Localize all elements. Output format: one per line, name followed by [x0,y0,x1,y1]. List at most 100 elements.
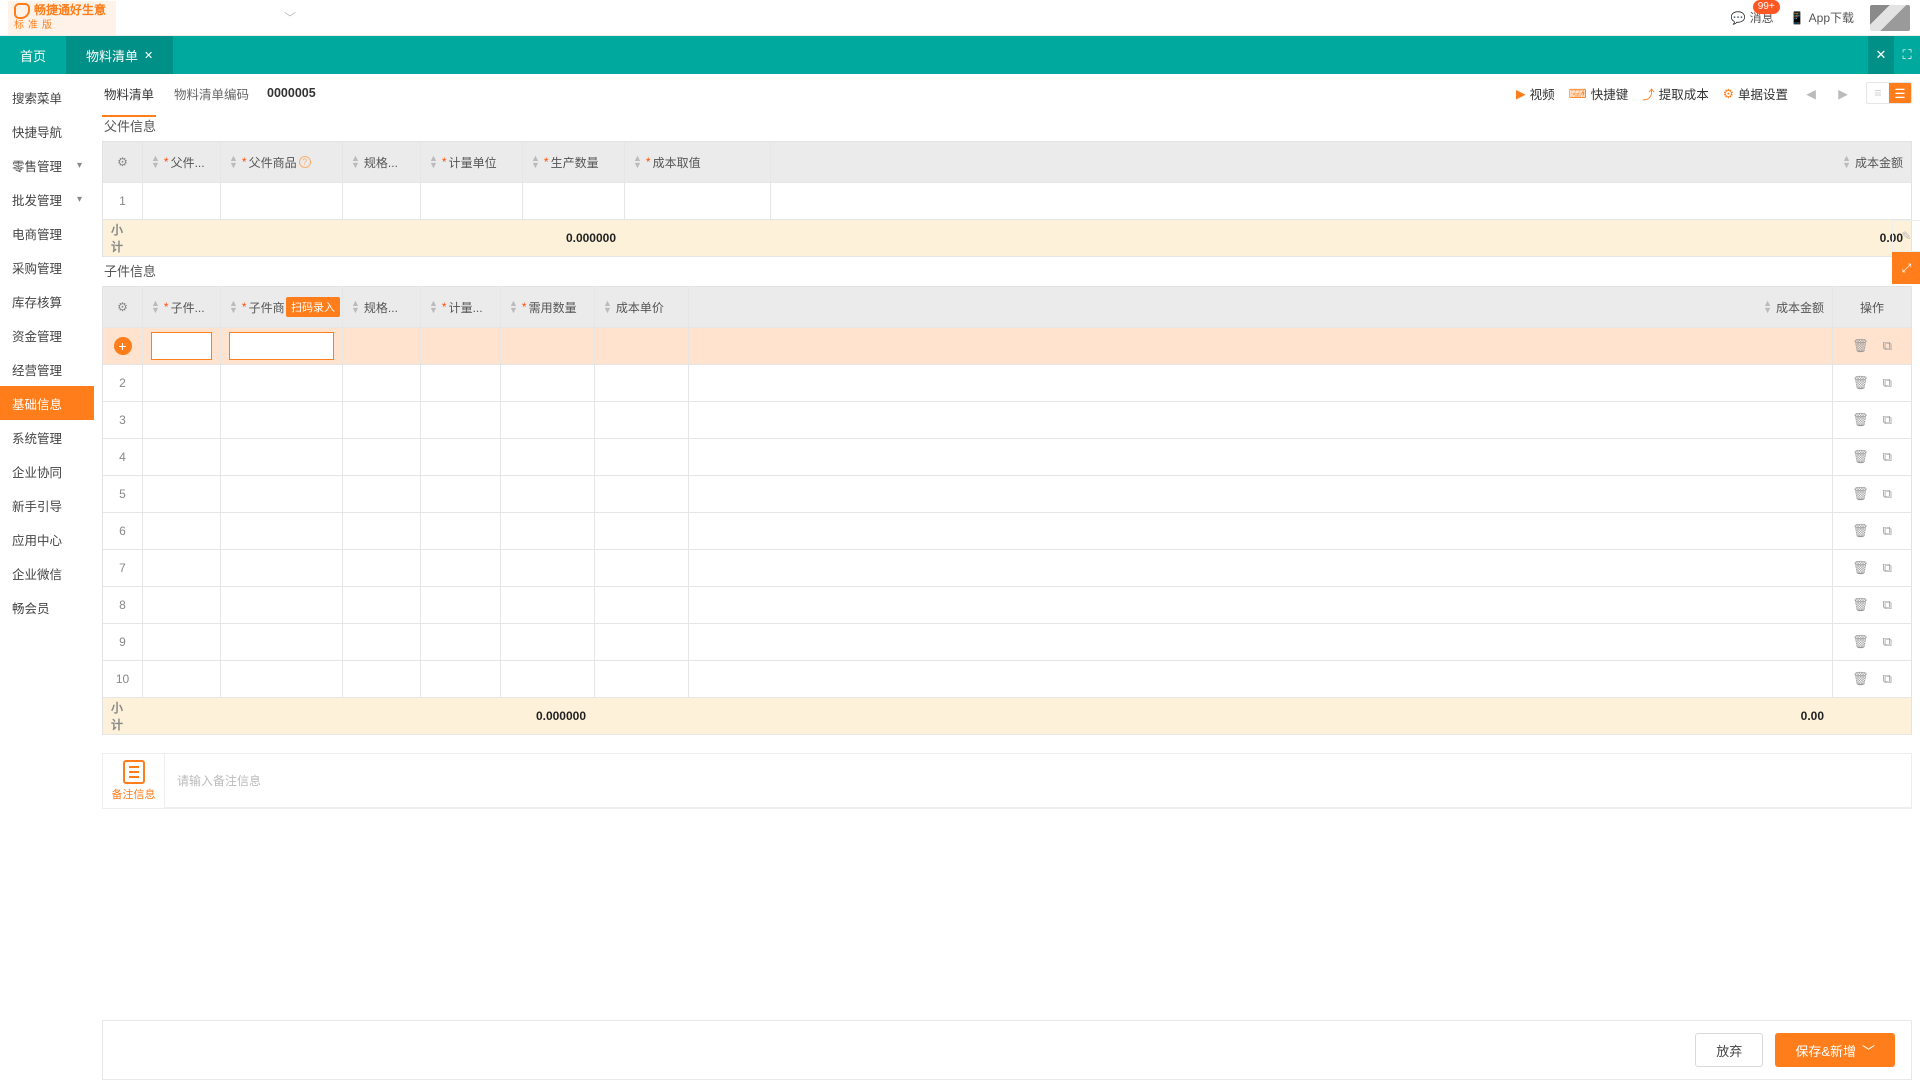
sidebar-item-funds[interactable]: 资金管理 [0,318,94,352]
sidebar-item-quicknav[interactable]: 快捷导航 [0,114,94,148]
view-form-icon[interactable]: ☰ [1889,83,1911,103]
caret-icon: ▾ [77,194,82,205]
company-select[interactable]: ﹀ [124,9,296,26]
col-parent-unit[interactable]: ▲▼*计量单位 [421,142,523,182]
copy-icon[interactable]: ⧉ [1883,375,1892,391]
remark-input[interactable]: 请输入备注信息 [165,754,1911,808]
delete-icon[interactable]: 🗑 [1852,486,1869,502]
sidebar-item-inventory[interactable]: 库存核算 [0,284,94,318]
phone-icon: 📱 [1790,11,1805,25]
copy-icon[interactable]: ⧉ [1883,671,1892,687]
col-parent-name[interactable]: ▲▼*父件商品? [221,142,343,182]
avatar[interactable] [1870,5,1910,31]
subtab-bom[interactable]: 物料清单 [102,78,156,109]
sidebar-item-retail[interactable]: 零售管理▾ [0,148,94,182]
scan-input-button[interactable]: 扫码录入 [286,297,340,317]
messages-button[interactable]: 💬 消息 99+ [1731,9,1774,26]
sidebar-item-label: 库存核算 [12,292,62,311]
subtotal-label: 小计 [103,698,143,734]
col-child-unit[interactable]: ▲▼*计量... [421,287,501,327]
child-row[interactable]: 7🗑⧉ [103,550,1911,587]
copy-icon[interactable]: ⧉ [1883,560,1892,576]
copy-icon[interactable]: ⧉ [1883,486,1892,502]
copy-icon[interactable]: ⧉ [1883,634,1892,650]
code-label: 物料清单编码 [174,84,249,103]
save-new-button[interactable]: 保存&新增﹀ [1775,1033,1895,1067]
col-parent-spec[interactable]: ▲▼规格... [343,142,421,182]
col-child-spec[interactable]: ▲▼规格... [343,287,421,327]
video-link[interactable]: ▶视频 [1516,84,1555,103]
close-all-tabs-button[interactable]: ✕ [1868,36,1894,74]
delete-icon[interactable]: 🗑 [1852,560,1869,576]
col-child-qty[interactable]: ▲▼*需用数量 [501,287,595,327]
expand-dock-button[interactable]: ⤢ [1892,252,1920,284]
sidebar-item-basicinfo[interactable]: 基础信息 [0,386,94,420]
sidebar-item-member[interactable]: 畅会员 [0,590,94,624]
copy-icon[interactable]: ⧉ [1883,523,1892,539]
chevron-down-icon: ﹀ [1862,1041,1875,1060]
delete-icon[interactable]: 🗑 [1852,338,1869,354]
col-child-name[interactable]: ▲▼*子件商扫码录入 [221,287,343,327]
copy-icon[interactable]: ⧉ [1883,597,1892,613]
parent-row-1[interactable]: 1 [103,183,1911,220]
brand-logo-icon [14,3,30,19]
child-row-1[interactable]: + 🗑 ⧉ [103,328,1911,365]
prev-button[interactable]: ◀ [1802,86,1820,101]
hotkey-link[interactable]: ⌨快捷键 [1569,84,1629,103]
col-parent-code[interactable]: ▲▼*父件... [143,142,221,182]
expand-icon[interactable]: ⛶ [1894,36,1920,74]
child-row[interactable]: 2🗑⧉ [103,365,1911,402]
tab-home[interactable]: 首页 [0,36,66,74]
child-code-input[interactable] [151,332,212,360]
copy-icon[interactable]: ⧉ [1883,338,1892,354]
delete-icon[interactable]: 🗑 [1852,597,1869,613]
sidebar-item-system[interactable]: 系统管理 [0,420,94,454]
child-row[interactable]: 9🗑⧉ [103,624,1911,661]
sidebar-item-wholesale[interactable]: 批发管理▾ [0,182,94,216]
remark-placeholder: 请输入备注信息 [177,772,261,789]
tab-bom[interactable]: 物料清单 ✕ [66,36,173,74]
child-row[interactable]: 4🗑⧉ [103,439,1911,476]
topbar-right: 💬 消息 99+ 📱 App下载 [1731,5,1920,31]
sidebar-item-collab[interactable]: 企业协同 [0,454,94,488]
delete-icon[interactable]: 🗑 [1852,412,1869,428]
child-row[interactable]: 5🗑⧉ [103,476,1911,513]
view-list-icon[interactable]: ≡ [1867,83,1889,103]
child-row[interactable]: 3🗑⧉ [103,402,1911,439]
col-parent-amount[interactable]: ▲▼成本金额 [771,142,1911,182]
col-parent-costmode[interactable]: ▲▼*成本取值 [625,142,771,182]
delete-icon[interactable]: 🗑 [1852,375,1869,391]
cost-link[interactable]: ⤴提取成本 [1642,84,1709,103]
child-row[interactable]: 10🗑⧉ [103,661,1911,698]
sidebar-item-purchase[interactable]: 采购管理 [0,250,94,284]
delete-icon[interactable]: 🗑 [1852,449,1869,465]
col-child-code[interactable]: ▲▼*子件... [143,287,221,327]
next-button[interactable]: ▶ [1834,86,1852,101]
info-icon[interactable]: ? [299,156,311,168]
child-name-input[interactable] [229,332,334,360]
col-child-amount[interactable]: ▲▼成本金额 [689,287,1833,327]
sidebar-item-wechat[interactable]: 企业微信 [0,556,94,590]
sidebar-item-guide[interactable]: 新手引导 [0,488,94,522]
gear-icon[interactable]: ⚙ [117,300,128,314]
copy-icon[interactable]: ⧉ [1883,412,1892,428]
edit-dock-button[interactable]: ✎ [1892,220,1920,252]
delete-icon[interactable]: 🗑 [1852,634,1869,650]
child-row[interactable]: 6🗑⧉ [103,513,1911,550]
close-icon[interactable]: ✕ [144,49,153,62]
col-child-price[interactable]: ▲▼成本单价 [595,287,689,327]
discard-button[interactable]: 放弃 [1695,1033,1763,1067]
delete-icon[interactable]: 🗑 [1852,523,1869,539]
app-download-button[interactable]: 📱 App下载 [1790,9,1854,26]
col-parent-qty[interactable]: ▲▼*生产数量 [523,142,625,182]
sidebar-item-ecommerce[interactable]: 电商管理 [0,216,94,250]
setting-link[interactable]: ⚙单据设置 [1723,84,1788,103]
sidebar-item-management[interactable]: 经营管理 [0,352,94,386]
sidebar-item-apps[interactable]: 应用中心 [0,522,94,556]
copy-icon[interactable]: ⧉ [1883,449,1892,465]
gear-icon[interactable]: ⚙ [117,155,128,169]
delete-icon[interactable]: 🗑 [1852,671,1869,687]
child-row[interactable]: 8🗑⧉ [103,587,1911,624]
add-row-button[interactable]: + [114,337,132,355]
sidebar-item-search[interactable]: 搜索菜单 [0,80,94,114]
